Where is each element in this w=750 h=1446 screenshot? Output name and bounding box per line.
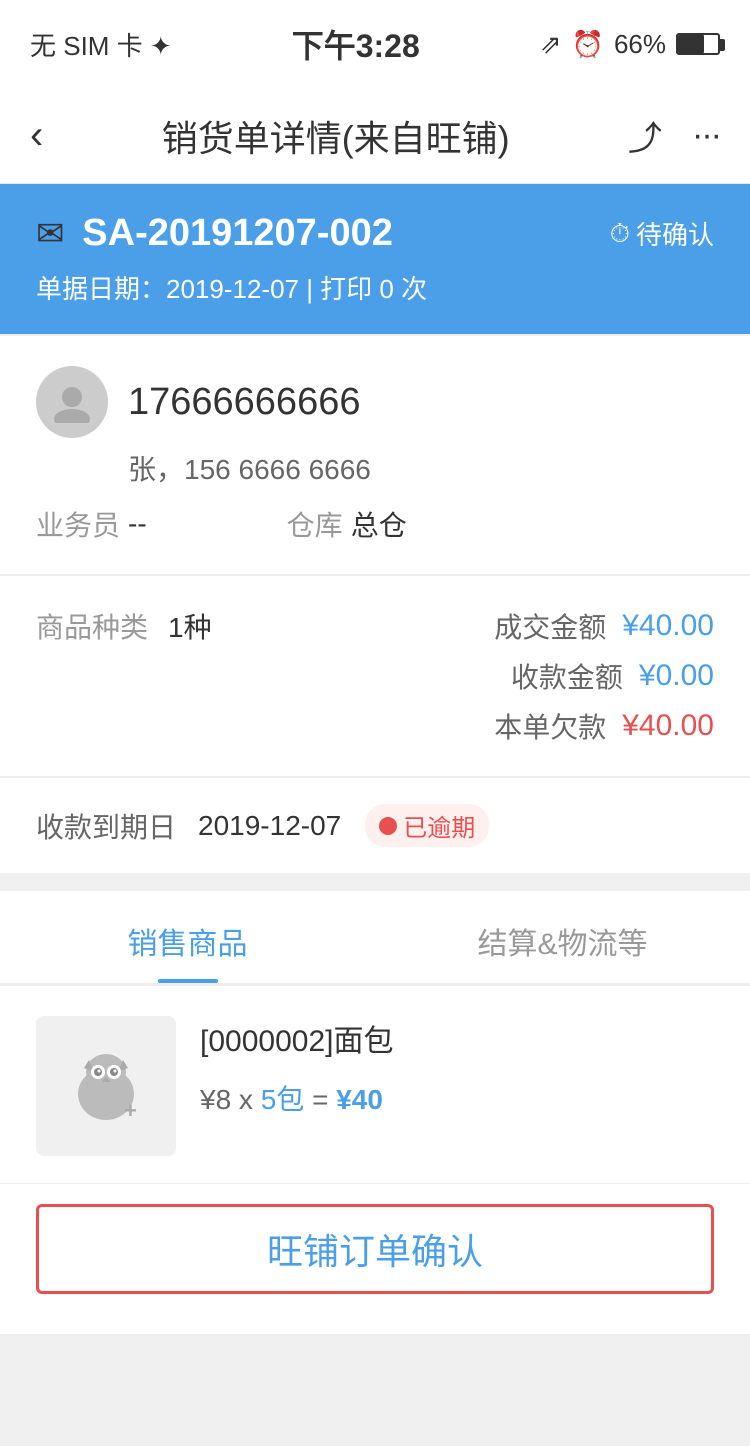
product-equals: =: [312, 1084, 328, 1115]
order-id-icon: ✉: [36, 215, 65, 253]
received-label: 收款金额: [511, 656, 623, 696]
received-row: 收款金额 ¥0.00: [511, 656, 714, 696]
nav-title: 销货单详情(来自旺铺): [162, 110, 510, 162]
share-icon[interactable]: ⤴: [628, 111, 662, 160]
summary-right: 成交金额 ¥40.00 收款金额 ¥0.00 本单欠款 ¥40.00: [494, 606, 714, 746]
warehouse-label: 仓库: [287, 504, 343, 544]
tab-sales-product[interactable]: 销售商品: [0, 891, 375, 983]
customer-phone: 17666666666: [128, 381, 360, 424]
product-name: [0000002]面包: [200, 1016, 714, 1060]
tab-settlement-label: 结算&物流等: [477, 928, 647, 961]
order-id: ✉ SA-20191207-002: [36, 212, 393, 255]
received-value: ¥0.00: [639, 659, 714, 693]
nav-left: ‹: [30, 113, 43, 158]
order-header: ✉ SA-20191207-002 ⏱ 待确认 单据日期：2019-12-07 …: [0, 184, 750, 334]
overdue-badge: 已逾期: [365, 804, 489, 847]
transaction-label: 成交金额: [494, 606, 606, 646]
customer-meta: 业务员 -- 仓库 总仓: [36, 504, 714, 544]
product-qty: 5包: [261, 1084, 305, 1115]
tab-sales-product-label: 销售商品: [128, 928, 248, 961]
overdue-text: 已逾期: [403, 808, 475, 843]
sim-label: 无 SIM 卡 ✦: [30, 26, 172, 63]
salesperson-label: 业务员: [36, 504, 120, 544]
status-text: 待确认: [636, 215, 714, 252]
summary-left: 商品种类 1种: [36, 606, 212, 646]
status-clock-icon: ⏱: [610, 218, 630, 250]
tab-active-underline: [158, 979, 218, 983]
more-icon[interactable]: ···: [692, 116, 720, 155]
avatar: [36, 366, 108, 438]
order-header-top: ✉ SA-20191207-002 ⏱ 待确认: [36, 212, 714, 255]
order-date: 单据日期：2019-12-07 | 打印 0 次: [36, 269, 714, 306]
customer-section: 17666666666 张，156 6666 6666 业务员 -- 仓库 总仓: [0, 336, 750, 574]
status-time: 下午3:28: [292, 21, 420, 67]
confirm-button[interactable]: 旺铺订单确认: [36, 1204, 714, 1294]
kinds-value: 1种: [168, 606, 212, 646]
location-icon: ⇗: [540, 29, 562, 60]
product-price-text: ¥8 x: [200, 1084, 253, 1115]
kinds-label: 商品种类: [36, 606, 148, 646]
tabs-bar: 销售商品 结算&物流等: [0, 891, 750, 984]
owed-label: 本单欠款: [494, 706, 606, 746]
product-price: ¥8 x 5包 = ¥40: [200, 1078, 714, 1118]
owed-row: 本单欠款 ¥40.00: [494, 706, 714, 746]
confirm-btn-container: 旺铺订单确认: [0, 1183, 750, 1334]
customer-top: 17666666666: [36, 366, 714, 438]
due-section: 收款到期日 2019-12-07 已逾期: [0, 778, 750, 873]
transaction-value: ¥40.00: [622, 609, 714, 643]
order-id-text: SA-20191207-002: [82, 212, 393, 254]
svg-text:+: +: [124, 1098, 137, 1123]
summary-kinds: 商品种类 1种: [36, 606, 212, 646]
confirm-button-label: 旺铺订单确认: [267, 1223, 483, 1275]
status-left: 无 SIM 卡 ✦: [30, 26, 172, 63]
product-thumbnail: +: [56, 1046, 156, 1126]
battery-icon: [676, 33, 720, 55]
product-total: ¥40: [336, 1084, 383, 1115]
summary-section: 商品种类 1种 成交金额 ¥40.00 收款金额 ¥0.00 本单欠款 ¥40.…: [0, 576, 750, 776]
avatar-icon: [51, 381, 93, 423]
due-label: 收款到期日: [36, 806, 176, 846]
due-date-value: 2019-12-07: [198, 810, 341, 842]
nav-right: ⤴ ···: [628, 111, 720, 160]
nav-bar: ‹ 销货单详情(来自旺铺) ⤴ ···: [0, 88, 750, 184]
product-info: [0000002]面包 ¥8 x 5包 = ¥40: [200, 1016, 714, 1118]
battery-label: 66%: [614, 29, 666, 60]
alarm-icon: ⏰: [572, 29, 604, 60]
customer-name: 张，156 6666 6666: [36, 448, 714, 488]
owed-value: ¥40.00: [622, 709, 714, 743]
warehouse-value: 总仓: [351, 504, 407, 544]
status-bar: 无 SIM 卡 ✦ 下午3:28 ⇗ ⏰ 66%: [0, 0, 750, 88]
overdue-dot-icon: [379, 817, 397, 835]
order-status: ⏱ 待确认: [610, 215, 714, 252]
status-right: ⇗ ⏰ 66%: [540, 29, 720, 60]
product-image: +: [36, 1016, 176, 1156]
transaction-row: 成交金额 ¥40.00: [494, 606, 714, 646]
tab-settlement[interactable]: 结算&物流等: [375, 891, 750, 983]
product-section: + [0000002]面包 ¥8 x 5包 = ¥40: [0, 986, 750, 1186]
salesperson-value: --: [128, 508, 147, 540]
back-button[interactable]: ‹: [30, 113, 43, 158]
